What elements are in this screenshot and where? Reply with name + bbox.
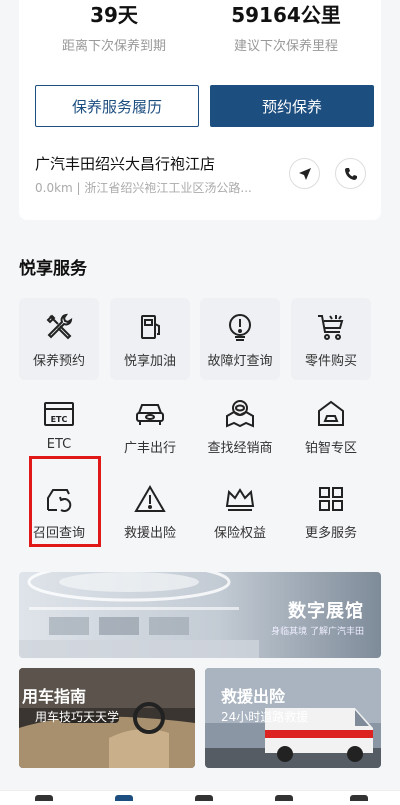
service-bz-zone[interactable]: 铂智专区 <box>291 385 371 467</box>
service-mobility[interactable]: 广丰出行 <box>110 385 190 467</box>
wrench-screwdriver-icon <box>46 313 73 340</box>
service-etc[interactable]: ETC ETC <box>19 385 99 467</box>
bottom-tab-bar <box>0 790 400 805</box>
days-value: 39天 <box>90 3 138 26</box>
service-label: 广丰出行 <box>123 441 176 456</box>
service-label: 救援出险 <box>123 526 176 541</box>
services-section-title: 悦享服务 <box>19 259 87 279</box>
warning-light-icon <box>229 314 251 341</box>
maintenance-card: 39天 距离下次保养到期 59164公里 建议下次保养里程 保养服务履历 预约保… <box>19 0 381 220</box>
crown-icon <box>225 488 255 511</box>
service-label: 更多服务 <box>304 526 357 541</box>
service-fuel[interactable]: 悦享加油 <box>110 298 190 380</box>
service-label: 悦享加油 <box>123 354 176 369</box>
dealer-address: 0.0km | 浙江省绍兴袍江工业区汤公路... <box>35 181 252 195</box>
rescue-title: 救援出险 <box>221 687 286 706</box>
navigation-arrow-icon <box>298 167 311 180</box>
rescue-subtitle: 24小时道路救援 <box>221 710 309 724</box>
service-more[interactable]: 更多服务 <box>291 470 371 552</box>
tab-icon-1[interactable] <box>35 795 53 801</box>
service-rescue[interactable]: 救援出险 <box>110 470 190 552</box>
next-maintenance-mileage: 59164公里 建议下次保养里程 <box>201 0 371 54</box>
call-button[interactable] <box>335 158 366 189</box>
guide-title: 用车指南 <box>22 687 87 706</box>
book-maintenance-button[interactable]: 预约保养 <box>210 85 374 127</box>
svg-text:ETC: ETC <box>51 415 68 424</box>
parts-cart-icon <box>318 315 344 340</box>
service-label: 故障灯查询 <box>207 354 273 369</box>
navigate-button[interactable] <box>289 158 320 189</box>
car-front-icon <box>136 404 164 425</box>
service-label: 零件购买 <box>304 354 357 369</box>
maintenance-history-button[interactable]: 保养服务履历 <box>35 85 199 127</box>
service-label: 保养预约 <box>32 354 85 369</box>
guide-subtitle: 用车技巧天天学 <box>35 710 120 724</box>
tab-icon-4[interactable] <box>275 795 293 801</box>
banner-subtitle: 身临其境 了解广汽丰田 <box>271 627 364 637</box>
dealer-name[interactable]: 广汽丰田绍兴大昌行袍江店 <box>35 153 215 174</box>
next-maintenance-days: 39天 距离下次保养到期 <box>29 0 199 54</box>
grid-more-icon <box>319 487 343 511</box>
service-maintenance-booking[interactable]: 保养预约 <box>19 298 99 380</box>
service-parts[interactable]: 零件购买 <box>291 298 371 380</box>
digital-showroom-banner[interactable]: 数字展馆 身临其境 了解广汽丰田 <box>19 572 381 658</box>
mileage-value: 59164公里 <box>231 3 341 26</box>
tab-icon-2[interactable] <box>115 795 133 801</box>
tab-icon-3[interactable] <box>195 795 213 801</box>
dealer-location-icon <box>226 400 254 428</box>
recall-query-highlight-box <box>29 456 101 547</box>
home-car-icon <box>318 400 344 426</box>
days-label: 距离下次保养到期 <box>61 39 166 54</box>
rescue-tile[interactable]: 救援出险 24小时道路救援 <box>205 668 381 768</box>
phone-icon <box>344 167 357 180</box>
service-label: ETC <box>46 437 72 452</box>
car-guide-tile[interactable]: 用车指南 用车技巧天天学 <box>19 668 195 768</box>
service-label: 保险权益 <box>213 526 266 541</box>
tab-icon-5[interactable] <box>350 795 368 801</box>
warning-triangle-icon <box>134 485 166 512</box>
banner-title: 数字展馆 <box>288 601 364 622</box>
service-warning-light[interactable]: 故障灯查询 <box>200 298 280 380</box>
service-insurance[interactable]: 保险权益 <box>200 470 280 552</box>
service-find-dealer[interactable]: 查找经销商 <box>200 385 280 467</box>
etc-card-icon: ETC <box>44 402 74 426</box>
service-label: 查找经销商 <box>207 441 273 456</box>
fuel-pump-icon <box>141 315 160 339</box>
service-label: 铂智专区 <box>304 441 357 456</box>
mileage-label: 建议下次保养里程 <box>233 39 338 54</box>
